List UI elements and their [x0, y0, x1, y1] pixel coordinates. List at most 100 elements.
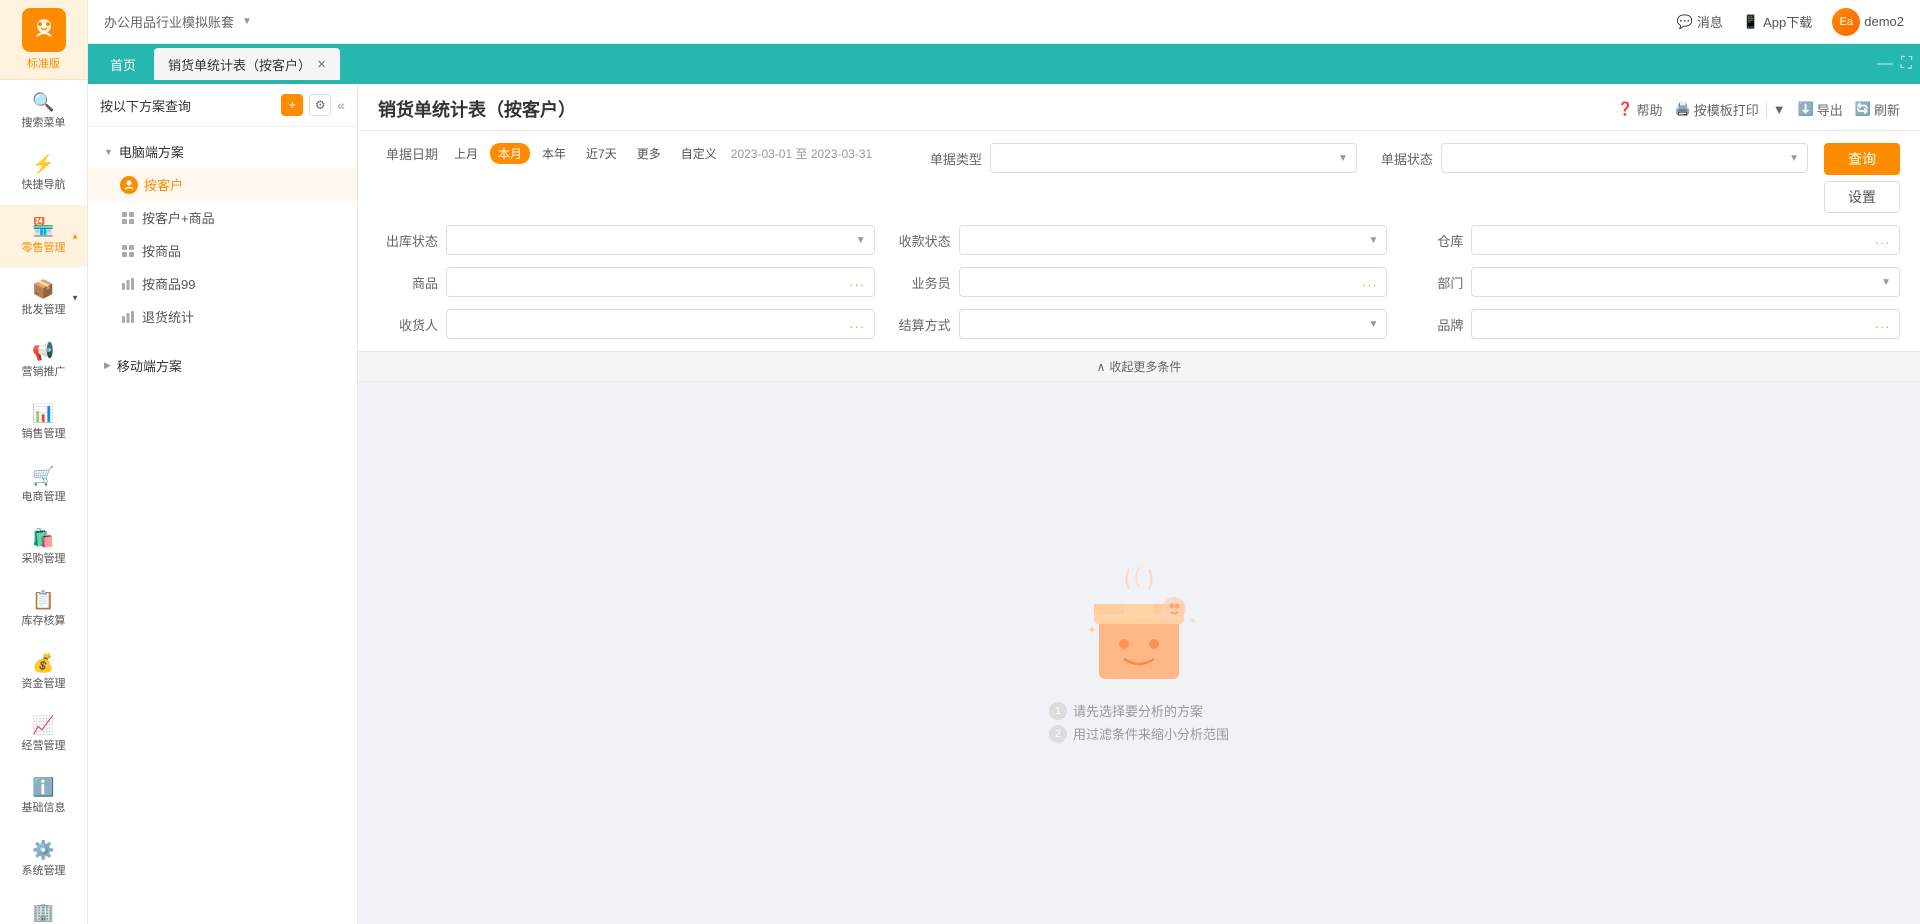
marketing-label: 营销推广	[22, 365, 66, 379]
sidebar-item-purchase[interactable]: 🛍️ 采购管理	[0, 516, 87, 578]
tree-section-pc: ▼ 电脑端方案 按客户 按客户+商品	[88, 127, 357, 341]
tree-section-pc-header[interactable]: ▼ 电脑端方案	[88, 135, 357, 168]
tree-arrow-down: ▼	[104, 147, 113, 157]
order-type-select[interactable]: ▼	[990, 143, 1357, 173]
marketing-icon: 📢	[32, 341, 54, 362]
help-link[interactable]: ❓ 帮助	[1617, 100, 1662, 119]
system-icon: ⚙️	[32, 840, 54, 861]
shortcut-this-month[interactable]: 本月	[490, 143, 530, 164]
brand-input[interactable]: ...	[1471, 309, 1900, 339]
inventory-label: 库存核算	[22, 614, 66, 628]
sidebar-item-inventory[interactable]: 📋 库存核算	[0, 578, 87, 640]
sales-label: 销售管理	[22, 427, 66, 441]
sidebar-item-wholesale[interactable]: 📦 批发管理	[0, 267, 87, 329]
tree-section-mobile-header[interactable]: ▶ 移动端方案	[88, 349, 357, 382]
sidebar-item-operations[interactable]: 📈 经营管理	[0, 703, 87, 765]
customer-goods-icon	[120, 210, 136, 226]
dept-select[interactable]: ▼	[1471, 267, 1900, 297]
order-status-chevron: ▼	[1789, 153, 1799, 164]
sidebar-item-sales[interactable]: 📊 销售管理	[0, 391, 87, 453]
receive-status-chevron: ▼	[1368, 235, 1378, 246]
out-status-select[interactable]: ▼	[446, 225, 875, 255]
salesperson-input[interactable]: ...	[959, 267, 1388, 297]
sidebar-item-finance[interactable]: 💰 资金管理	[0, 641, 87, 703]
receive-status-label: 收款状态	[891, 231, 951, 250]
sidebar-item-retail[interactable]: 🏪 零售管理	[0, 205, 87, 267]
refresh-btn[interactable]: 🔄 刷新	[1855, 100, 1900, 119]
tree-item-by-customer-goods[interactable]: 按客户+商品	[88, 201, 357, 234]
goods-icon	[120, 243, 136, 259]
top-header-left: 办公用品行业模拟账套 ▼	[104, 12, 252, 31]
shortcut-this-year[interactable]: 本年	[534, 143, 574, 164]
message-icon: 💬	[1677, 14, 1693, 30]
settlement-select[interactable]: ▼	[959, 309, 1388, 339]
sidebar-item-system[interactable]: ⚙️ 系统管理	[0, 828, 87, 890]
add-scheme-btn[interactable]: +	[281, 94, 303, 116]
shortcut-custom[interactable]: 自定义	[673, 143, 725, 164]
tab-close-btn[interactable]: ✕	[317, 58, 326, 71]
collapse-bar[interactable]: ∧ 收起更多条件	[358, 352, 1920, 382]
tab-bar: 首页 销货单统计表（按客户） ✕ — ⛶	[88, 44, 1920, 84]
tab-home[interactable]: 首页	[96, 48, 150, 80]
collapse-panel-btn[interactable]: «	[337, 97, 345, 113]
date-range: 2023-03-01 至 2023-03-31	[731, 145, 872, 162]
top-header-title: 办公用品行业模拟账套	[104, 12, 234, 31]
window-maximize-btn[interactable]: ⛶	[1901, 55, 1912, 73]
tab-window-controls: — ⛶	[1877, 55, 1912, 73]
dept-chevron: ▼	[1881, 277, 1891, 288]
sidebar-item-enterprise[interactable]: 🏢 企业协同	[0, 890, 87, 924]
logo-icon[interactable]	[22, 8, 66, 52]
tree-item-refund-stat[interactable]: 退货统计	[88, 300, 357, 333]
tree-item-by-goods[interactable]: 按商品	[88, 234, 357, 267]
window-minimize-btn[interactable]: —	[1877, 55, 1893, 73]
search-icon: 🔍	[32, 92, 54, 113]
sidebar-item-ecommerce[interactable]: 🛒 电商管理	[0, 454, 87, 516]
retail-label: 零售管理	[22, 241, 66, 255]
settings-button[interactable]: 设置	[1824, 181, 1900, 213]
shortcut-last-month[interactable]: 上月	[446, 143, 486, 164]
warehouse-dots: ...	[1875, 233, 1891, 247]
refund-stat-icon	[120, 309, 136, 325]
order-type-chevron: ▼	[1338, 153, 1348, 164]
dept-label: 部门	[1403, 273, 1463, 292]
finance-icon: 💰	[32, 653, 54, 674]
tree-section-mobile: ▶ 移动端方案	[88, 341, 357, 390]
top-header-dropdown-btn[interactable]: ▼	[242, 16, 252, 27]
quicknav-label: 快捷导航	[22, 178, 66, 192]
sidebar-search[interactable]: 🔍 搜索菜单	[0, 80, 87, 142]
customer-icon	[120, 176, 138, 194]
page-title: 销货单统计表（按客户）	[378, 96, 576, 122]
app-download-action[interactable]: 📱 App下载	[1743, 12, 1812, 31]
sidebar-item-basic[interactable]: ℹ️ 基础信息	[0, 765, 87, 827]
export-btn[interactable]: ⬇️ 导出	[1798, 100, 1843, 119]
page-header-row: 销货单统计表（按客户） ❓ 帮助 🖨️ 按模板打印 ▼ ⬇️	[378, 96, 1900, 122]
template-print-label: 按模板打印	[1694, 100, 1759, 119]
template-print-btn[interactable]: 🖨️ 按模板打印 ▼	[1675, 100, 1786, 119]
goods-dots: ...	[850, 275, 866, 289]
tree-item-by-goods-99[interactable]: 按商品99	[88, 267, 357, 300]
settings-scheme-btn[interactable]: ⚙	[309, 94, 331, 116]
sales-icon: 📊	[32, 403, 54, 424]
shortcut-7days[interactable]: 近7天	[578, 143, 625, 164]
tree-item-by-customer[interactable]: 按客户	[88, 168, 357, 201]
warehouse-input[interactable]: ...	[1471, 225, 1900, 255]
message-action[interactable]: 💬 消息	[1677, 12, 1723, 31]
sidebar-quicknav[interactable]: ⚡ 快捷导航	[0, 142, 87, 204]
settlement-chevron: ▼	[1368, 319, 1378, 330]
shortcut-more[interactable]: 更多	[629, 143, 669, 164]
refresh-icon: 🔄	[1855, 101, 1871, 117]
receive-status-select[interactable]: ▼	[959, 225, 1388, 255]
consignee-input[interactable]: ...	[446, 309, 875, 339]
user-action[interactable]: Ea demo2	[1832, 8, 1904, 36]
hint-text-2: 用过滤条件来缩小分析范围	[1073, 724, 1229, 743]
operations-icon: 📈	[32, 715, 54, 736]
tree-section-pc-label: 电脑端方案	[119, 142, 184, 161]
consignee-dots: ...	[850, 317, 866, 331]
goods-input[interactable]: ...	[446, 267, 875, 297]
quicknav-icon: ⚡	[32, 154, 54, 175]
order-status-select[interactable]: ▼	[1441, 143, 1808, 173]
sidebar-item-marketing[interactable]: 📢 营销推广	[0, 329, 87, 391]
query-button[interactable]: 查询	[1824, 143, 1900, 175]
tab-sales-stat[interactable]: 销货单统计表（按客户） ✕	[154, 48, 340, 80]
enterprise-icon: 🏢	[32, 902, 54, 923]
